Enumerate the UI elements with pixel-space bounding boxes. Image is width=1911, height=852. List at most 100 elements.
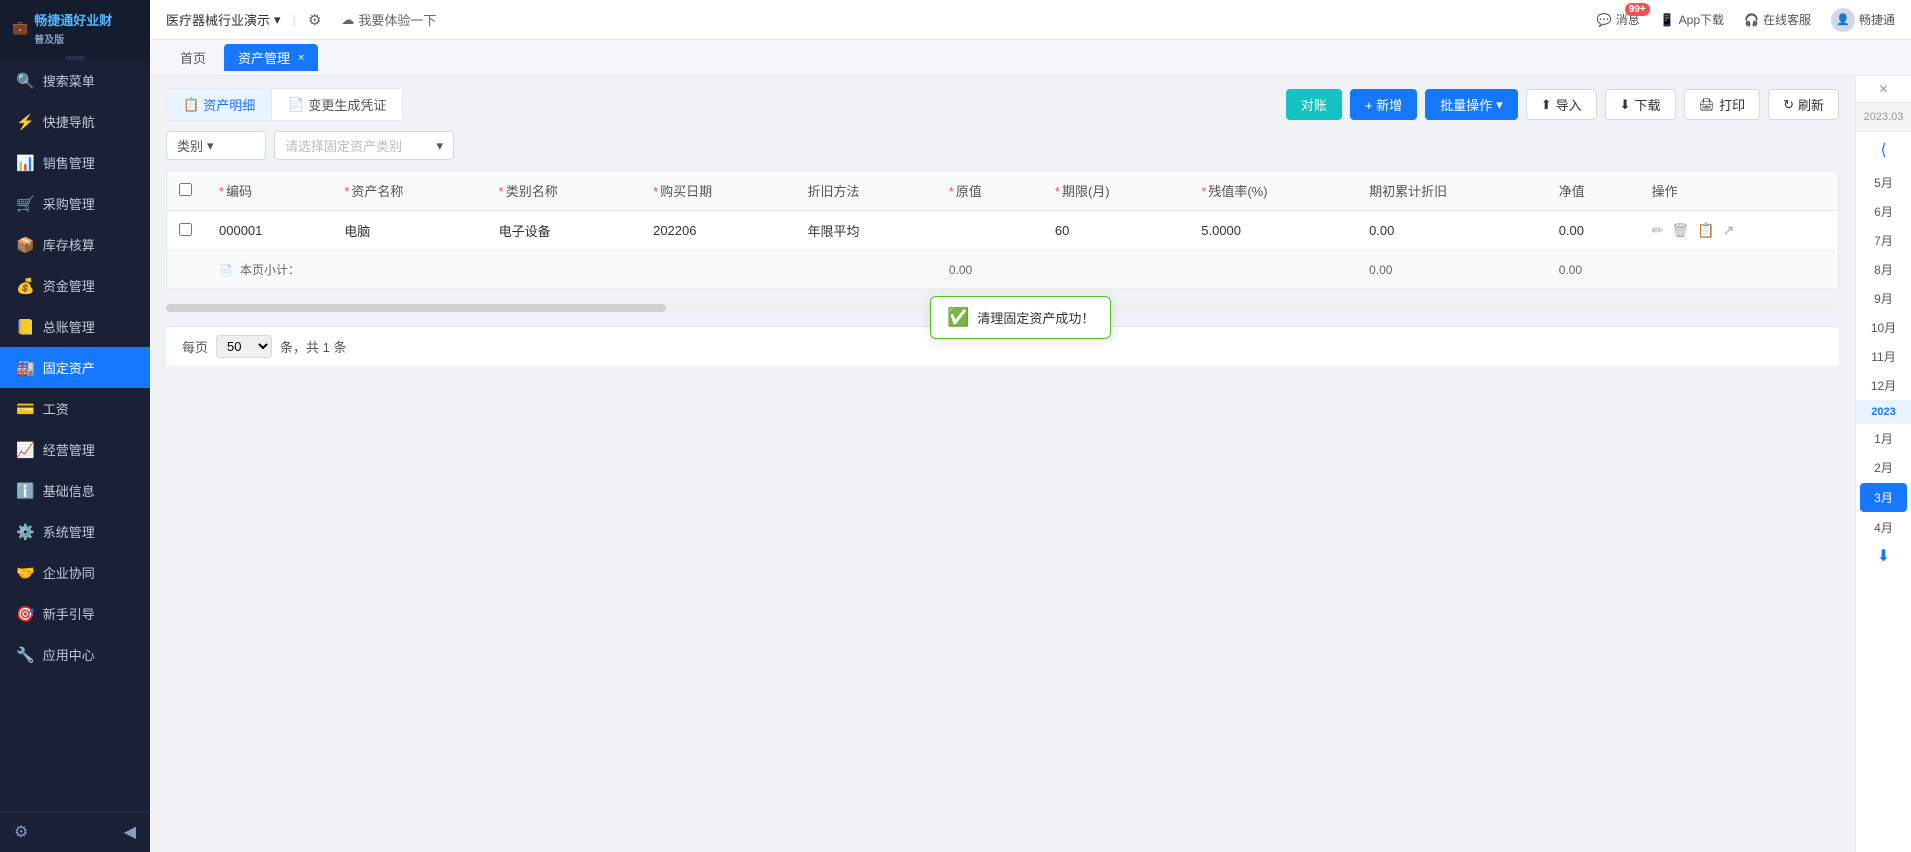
asset-detail-icon: 📋 xyxy=(183,97,199,113)
edit-icon[interactable]: ✏ xyxy=(1652,222,1664,239)
sidebar-item-quicknav[interactable]: ⚡ 快捷导航 xyxy=(0,101,150,142)
sidebar-item-basic-info[interactable]: ℹ️ 基础信息 xyxy=(0,470,150,511)
category-filter[interactable]: 类别 ▾ xyxy=(166,131,266,160)
sidebar-item-purchase[interactable]: 🛒 采购管理 xyxy=(0,183,150,224)
experience-label: 我要体验一下 xyxy=(358,10,436,29)
print-icon: 🖨 xyxy=(1699,97,1716,113)
category-value-filter[interactable]: 请选择固定资产类别 ▾ xyxy=(274,131,454,160)
sidebar-item-enterprise[interactable]: 🤝 企业协同 xyxy=(0,552,150,593)
cell-initial-depreciation: 0.00 xyxy=(1357,211,1547,251)
sidebar-item-label: 经营管理 xyxy=(43,440,95,459)
date-item-may[interactable]: 5月 xyxy=(1856,168,1911,197)
sidebar-item-ledger[interactable]: 📒 总账管理 xyxy=(0,306,150,347)
sidebar-item-funds[interactable]: 💰 资金管理 xyxy=(0,265,150,306)
sidebar-item-label: 总账管理 xyxy=(43,317,95,336)
import-icon: ⬆ xyxy=(1541,97,1552,113)
sidebar-item-label: 快捷导航 xyxy=(43,112,95,131)
app-download-button[interactable]: 📱 App下载 xyxy=(1660,11,1724,28)
tab-close-icon[interactable]: × xyxy=(298,52,304,64)
date-item-jan[interactable]: 1月 xyxy=(1856,424,1911,453)
copy-icon[interactable]: 📋 xyxy=(1697,222,1714,239)
th-purchase-date: *购买日期 xyxy=(641,171,795,211)
th-code: *编码 xyxy=(207,171,332,211)
inner-tab-asset-detail[interactable]: 📋 资产明细 xyxy=(167,89,272,120)
bulk-operation-button[interactable]: 批量操作 ▾ xyxy=(1425,89,1518,120)
cell-net-value: 0.00 xyxy=(1547,211,1640,251)
category-label: 类别 xyxy=(177,136,203,155)
subtotal-row: 📄 本页小计： 0.00 0.00 0.00 xyxy=(167,251,1838,289)
date-item-dec[interactable]: 12月 xyxy=(1856,371,1911,400)
content-main: 📋 资产明细 📄 变更生成凭证 对账 + 新增 xyxy=(150,76,1855,852)
date-item-feb[interactable]: 2月 xyxy=(1856,453,1911,482)
cell-residual-rate: 5.0000 xyxy=(1189,211,1357,251)
sidebar-footer: ⚙ ◀ xyxy=(0,811,150,852)
date-item-aug[interactable]: 8月 xyxy=(1856,255,1911,284)
date-item-oct[interactable]: 10月 xyxy=(1856,313,1911,342)
th-actions: 操作 xyxy=(1640,171,1838,211)
sidebar-item-operations[interactable]: 📈 经营管理 xyxy=(0,429,150,470)
online-service-button[interactable]: 🎧 在线客服 xyxy=(1744,11,1811,28)
inner-tab-change-voucher[interactable]: 📄 变更生成凭证 xyxy=(272,89,402,120)
change-voucher-icon: 📄 xyxy=(288,97,304,113)
user-menu[interactable]: 👤 畅捷通 xyxy=(1831,8,1895,32)
bulk-operation-label: 批量操作 xyxy=(1440,95,1492,114)
service-icon: 🎧 xyxy=(1744,13,1759,27)
expand-icon[interactable]: ⟨ xyxy=(1876,136,1890,164)
date-item-mar-current[interactable]: 3月 xyxy=(1860,483,1907,512)
table-row: 000001 电脑 电子设备 202206 年限平均 60 5.0000 0.0… xyxy=(167,211,1838,251)
sidebar-item-apps[interactable]: 🔧 应用中心 xyxy=(0,634,150,675)
delete-icon[interactable]: 🗑 xyxy=(1671,222,1689,239)
cell-original-value xyxy=(937,211,1043,251)
date-item-sep[interactable]: 9月 xyxy=(1856,284,1911,313)
payroll-icon: 💳 xyxy=(16,400,35,418)
date-item-apr[interactable]: 4月 xyxy=(1856,513,1911,542)
print-label: 打印 xyxy=(1719,95,1745,114)
sidebar-item-fixed-assets[interactable]: 🏭 固定资产 xyxy=(0,347,150,388)
message-button[interactable]: 💬 消息 99+ xyxy=(1597,11,1640,28)
select-all-checkbox[interactable] xyxy=(179,183,192,196)
collapse-icon[interactable]: ◀ xyxy=(124,822,136,842)
row-checkbox[interactable] xyxy=(179,223,192,236)
cell-actions: ✏ 🗑 📋 ↗ xyxy=(1640,211,1838,251)
sidebar-item-sales[interactable]: 📊 销售管理 xyxy=(0,142,150,183)
subtotal-residual-rate xyxy=(1189,251,1357,289)
date-item-nov[interactable]: 11月 xyxy=(1856,342,1911,371)
online-service-label: 在线客服 xyxy=(1763,11,1811,28)
sidebar-item-payroll[interactable]: 💳 工资 xyxy=(0,388,150,429)
success-check-icon: ✅ xyxy=(947,307,969,328)
dropdown-icon: ▾ xyxy=(274,12,281,28)
asset-table: *编码 *资产名称 *类别名称 *购买日期 折旧方法 *原值 *期限(月) *残… xyxy=(166,170,1839,290)
sidebar-item-guide[interactable]: 🎯 新手引导 xyxy=(0,593,150,634)
settings-button[interactable]: ⚙ xyxy=(308,11,321,29)
print-button[interactable]: 🖨 打印 xyxy=(1684,89,1761,120)
settings-icon[interactable]: ⚙ xyxy=(14,822,28,842)
more-icon[interactable]: ↗ xyxy=(1723,222,1735,239)
sidebar-item-system[interactable]: ⚙️ 系统管理 xyxy=(0,511,150,552)
tab-home[interactable]: 首页 xyxy=(166,44,220,71)
sidebar-item-inventory[interactable]: 📦 库存核算 xyxy=(0,224,150,265)
sidebar-item-label: 应用中心 xyxy=(43,645,95,664)
date-item-jul[interactable]: 7月 xyxy=(1856,226,1911,255)
topbar: 医疗器械行业演示 ▾ | ⚙ ☁ 我要体验一下 💬 消息 99+ 📱 App下载… xyxy=(150,0,1911,40)
new-button[interactable]: + 新增 xyxy=(1350,89,1417,120)
sidebar-item-label: 库存核算 xyxy=(43,235,95,254)
date-item-jun[interactable]: 6月 xyxy=(1856,197,1911,226)
download-button[interactable]: ⬇ 下载 xyxy=(1605,89,1676,120)
th-initial-depreciation: 期初累计折旧 xyxy=(1357,171,1547,211)
right-panel-close-button[interactable]: ✕ xyxy=(1856,76,1911,103)
per-page-select[interactable]: 50 100 xyxy=(216,335,272,358)
close-panel-icon: ✕ xyxy=(1878,82,1888,96)
reconcile-button[interactable]: 对账 xyxy=(1286,89,1342,120)
sidebar-item-label: 采购管理 xyxy=(43,194,95,213)
company-selector[interactable]: 医疗器械行业演示 ▾ xyxy=(166,10,281,29)
download-label: 下载 xyxy=(1635,95,1661,114)
refresh-button[interactable]: ↻ 刷新 xyxy=(1768,89,1839,120)
import-button[interactable]: ⬆ 导入 xyxy=(1526,89,1597,120)
panel-date-label: 2023.03 xyxy=(1864,111,1904,123)
th-period: *期限(月) xyxy=(1043,171,1189,211)
sidebar-item-search[interactable]: 🔍 搜索菜单 xyxy=(0,60,150,101)
expand-down-icon[interactable]: ⬇ xyxy=(1877,546,1890,566)
tab-asset-management[interactable]: 资产管理 × xyxy=(224,44,318,71)
ledger-icon: 📒 xyxy=(16,318,35,336)
experience-button[interactable]: ☁ 我要体验一下 xyxy=(341,10,436,29)
